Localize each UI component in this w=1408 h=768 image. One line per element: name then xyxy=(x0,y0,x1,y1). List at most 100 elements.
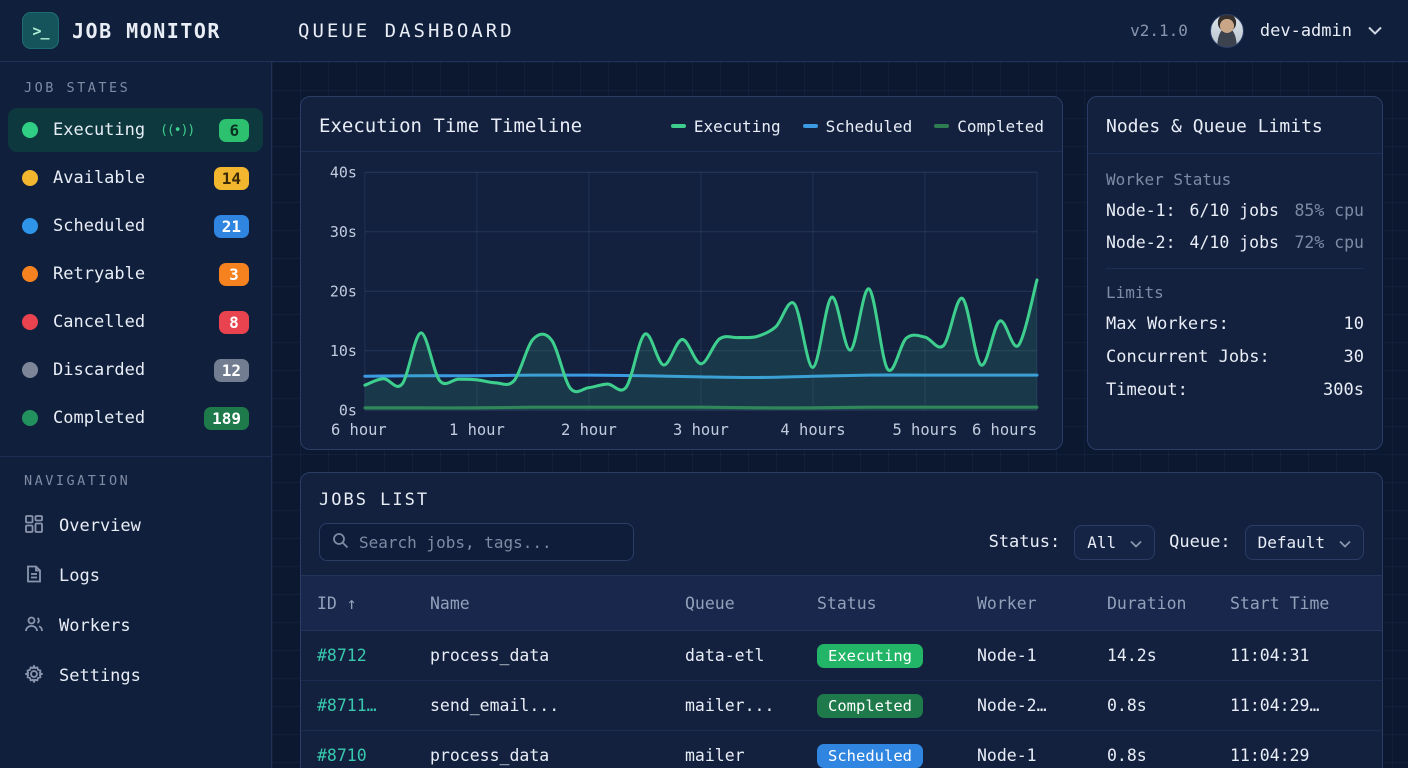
executing-state-dot xyxy=(22,122,38,138)
table-row[interactable]: #8710 process_data mailer Scheduled Node… xyxy=(301,731,1382,768)
column-header-status[interactable]: Status xyxy=(817,594,977,613)
chevron-down-icon xyxy=(1130,533,1142,552)
limit-label: Timeout: xyxy=(1106,380,1188,400)
svg-text:10s: 10s xyxy=(330,342,357,360)
sidebar-item-available[interactable]: Available 14 xyxy=(8,156,263,200)
retryable-state-dot xyxy=(22,266,38,282)
job-queue: mailer xyxy=(685,746,745,765)
sidebar-item-scheduled[interactable]: Scheduled 21 xyxy=(8,204,263,248)
nodes-queue-limits-card: Nodes & Queue Limits Worker Status Node-… xyxy=(1087,96,1383,450)
queue-filter-select[interactable]: Default xyxy=(1244,524,1364,560)
sidebar-item-overview[interactable]: Overview xyxy=(0,501,271,551)
legend-dash xyxy=(802,124,818,128)
column-header-worker[interactable]: Worker xyxy=(977,594,1107,613)
timeline-chart: 0s 10s 20s 30s 40s 6 hour 1 hour 2 hour 3 hour 4 … xyxy=(301,152,1062,449)
svg-text:30s: 30s xyxy=(330,223,357,241)
legend-item-scheduled[interactable]: Scheduled xyxy=(802,117,912,136)
user-menu-chevron-down-icon[interactable] xyxy=(1368,26,1382,35)
count-badge: 14 xyxy=(213,166,249,190)
column-header-duration[interactable]: Duration xyxy=(1107,594,1230,613)
job-start-time: 11:04:29 xyxy=(1230,746,1310,765)
count-badge: 12 xyxy=(213,358,249,382)
legend-item-completed[interactable]: Completed xyxy=(934,117,1044,136)
terminal-logo-icon: >_ xyxy=(22,12,59,49)
state-label: Discarded xyxy=(53,360,146,380)
job-queue: data-etl xyxy=(685,646,765,665)
column-header-id[interactable]: ID ↑ xyxy=(317,594,430,613)
status-filter-label: Status: xyxy=(988,532,1061,552)
sidebar-item-retryable[interactable]: Retryable 3 xyxy=(8,252,263,296)
sidebar-item-logs[interactable]: Logs xyxy=(0,551,271,601)
nav-label: Overview xyxy=(59,516,141,536)
legend-dash xyxy=(934,124,950,128)
search-input[interactable] xyxy=(359,532,621,552)
job-id-link[interactable]: #8711… xyxy=(317,696,430,715)
column-header-name[interactable]: Name xyxy=(430,594,685,613)
nav-label: Logs xyxy=(59,566,100,586)
gear-icon xyxy=(24,664,44,688)
state-label: Retryable xyxy=(53,264,146,284)
chart-header: Execution Time Timeline Executing Schedu… xyxy=(301,97,1062,152)
job-start-time: 11:04:29… xyxy=(1230,696,1320,715)
state-label: Completed xyxy=(53,408,146,428)
count-badge: 3 xyxy=(219,262,249,286)
node-status-row: Node-1: 6/10 jobs 85% cpu xyxy=(1106,201,1364,220)
nav-label: Workers xyxy=(59,616,131,636)
legend-item-executing[interactable]: Executing xyxy=(670,116,781,136)
count-badge: 21 xyxy=(213,214,249,238)
state-label: Executing xyxy=(53,120,146,140)
search-box xyxy=(319,523,634,561)
status-filter-value: All xyxy=(1087,532,1117,552)
state-label: Scheduled xyxy=(53,216,146,236)
svg-text:6 hours: 6 hours xyxy=(972,420,1037,439)
user-avatar[interactable] xyxy=(1209,13,1244,48)
limit-value: 300s xyxy=(1323,380,1364,400)
nodes-card-title: Nodes & Queue Limits xyxy=(1088,97,1382,154)
node-jobs: 6/10 jobs xyxy=(1189,201,1279,220)
job-name: process_data xyxy=(430,646,550,665)
limit-row: Timeout: 300s xyxy=(1106,380,1364,400)
sidebar-item-workers[interactable]: Workers xyxy=(0,601,271,651)
version-label: v2.1.0 xyxy=(1130,21,1188,40)
sidebar-item-completed[interactable]: Completed 189 xyxy=(8,396,263,440)
sidebar: JOB STATES Executing ((•)) 6 Available 1… xyxy=(0,62,272,768)
topbar: >_ JOB MONITOR QUEUE DASHBOARD v2.1.0 de… xyxy=(0,0,1408,62)
node-cpu: 72% cpu xyxy=(1294,233,1364,252)
limit-value: 30 xyxy=(1343,347,1364,367)
sidebar-item-cancelled[interactable]: Cancelled 8 xyxy=(8,300,263,344)
users-icon xyxy=(24,614,44,638)
state-label: Cancelled xyxy=(53,312,146,332)
table-row[interactable]: #8711… send_email... mailer... Completed… xyxy=(301,681,1382,731)
app-window: >_ JOB MONITOR QUEUE DASHBOARD v2.1.0 de… xyxy=(0,0,1408,768)
available-state-dot xyxy=(22,170,38,186)
chart-legend: Executing Scheduled Completed xyxy=(670,116,1044,136)
queue-filter-value: Default xyxy=(1257,532,1325,552)
status-filter-select[interactable]: All xyxy=(1074,524,1156,560)
svg-text:5 hours: 5 hours xyxy=(892,420,957,439)
column-header-queue[interactable]: Queue xyxy=(685,594,817,613)
cancelled-state-dot xyxy=(22,314,38,330)
sidebar-item-executing[interactable]: Executing ((•)) 6 xyxy=(8,108,263,152)
limit-row: Concurrent Jobs: 30 xyxy=(1106,347,1364,367)
job-worker: Node-1 xyxy=(977,746,1037,765)
sidebar-item-discarded[interactable]: Discarded 12 xyxy=(8,348,263,392)
table-row[interactable]: #8712 process_data data-etl Executing No… xyxy=(301,631,1382,681)
job-worker: Node-2… xyxy=(977,696,1047,715)
page-title: QUEUE DASHBOARD xyxy=(298,19,515,42)
count-badge: 6 xyxy=(219,118,250,142)
sidebar-item-settings[interactable]: Settings xyxy=(0,651,271,701)
app-title: JOB MONITOR xyxy=(72,18,221,43)
job-id-link[interactable]: #8712 xyxy=(317,646,430,665)
status-badge: Executing xyxy=(817,643,923,668)
main-content: Execution Time Timeline Executing Schedu… xyxy=(272,62,1408,768)
grid-icon xyxy=(24,514,44,538)
legend-dash xyxy=(670,124,686,128)
job-start-time: 11:04:31 xyxy=(1230,646,1310,665)
column-header-start-time[interactable]: Start Time xyxy=(1230,594,1382,613)
legend-label: Executing xyxy=(693,116,781,136)
job-id-link[interactable]: #8710 xyxy=(317,746,430,765)
svg-text:3 hour: 3 hour xyxy=(673,420,729,439)
worker-status-label: Worker Status xyxy=(1106,170,1232,189)
document-icon xyxy=(24,564,44,588)
limit-label: Max Workers: xyxy=(1106,314,1229,334)
